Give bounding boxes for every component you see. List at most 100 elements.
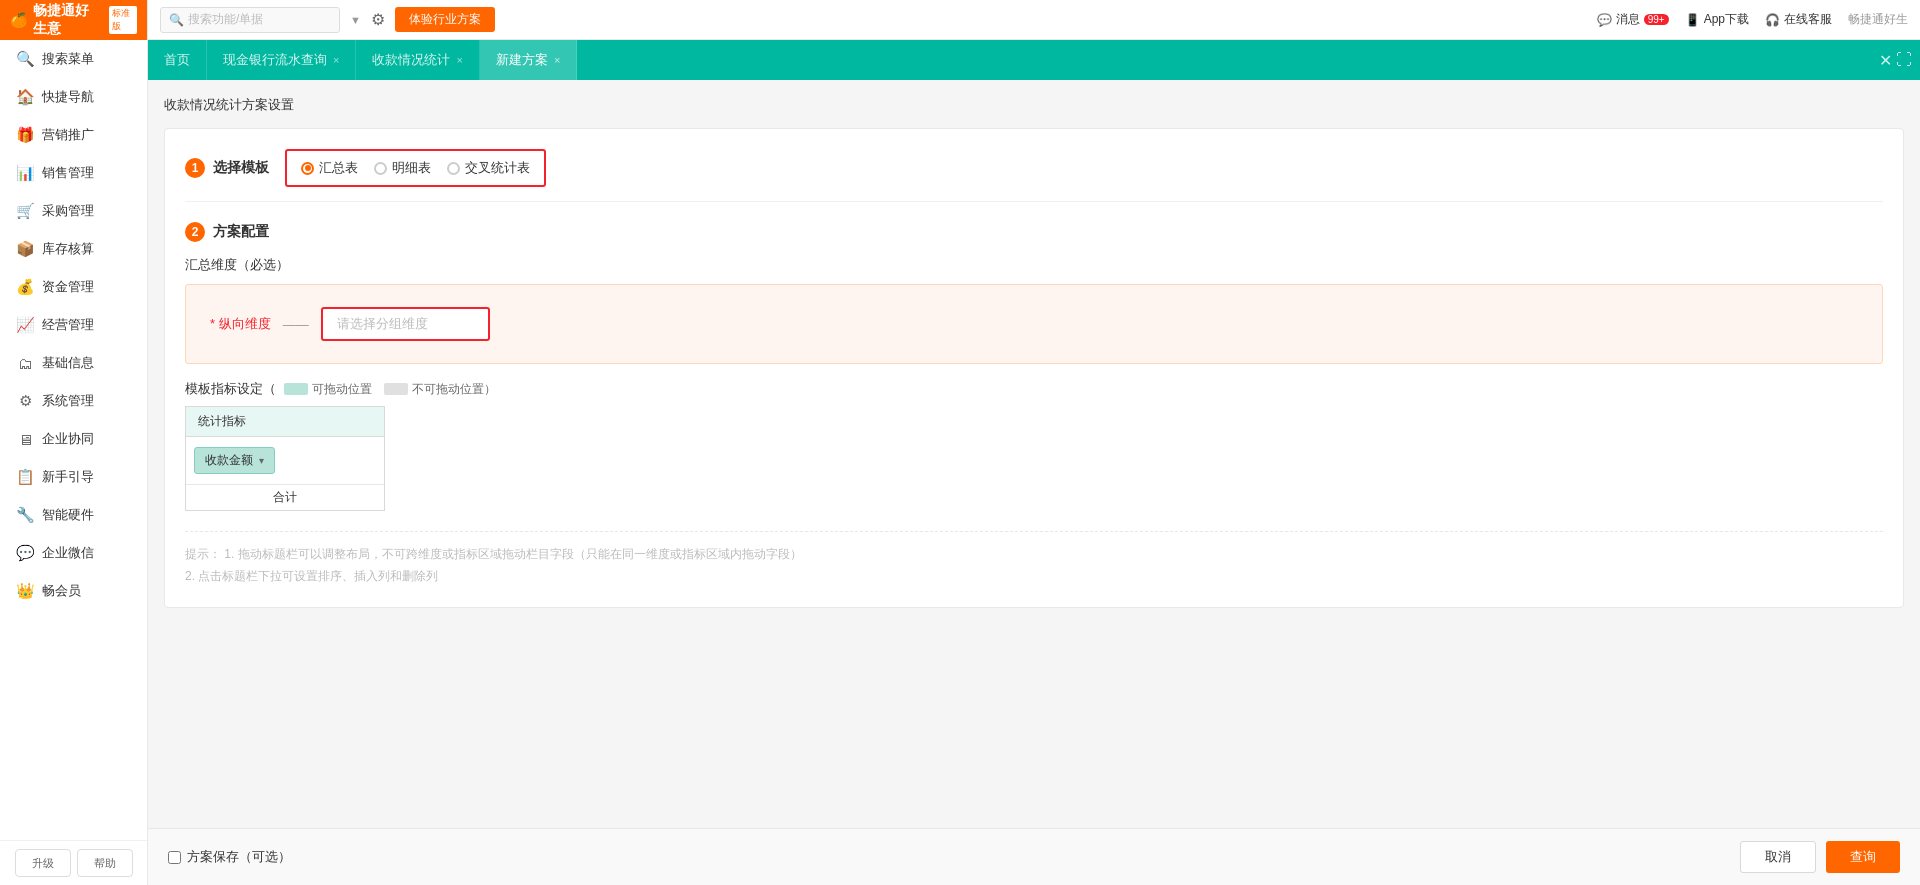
sidebar-item-label: 智能硬件 bbox=[42, 506, 94, 524]
tab-new-plan-close[interactable]: × bbox=[554, 54, 560, 66]
section2-num: 2 bbox=[185, 222, 205, 242]
sidebar-item-purchase[interactable]: 🛒 采购管理 bbox=[0, 192, 147, 230]
radio-cross-circle bbox=[447, 162, 460, 175]
indicator-tag-row: 收款金额 ▾ bbox=[186, 437, 384, 484]
content-area: 收款情况统计方案设置 1 选择模板 汇总表 bbox=[148, 80, 1920, 828]
sidebar-item-label: 库存核算 bbox=[42, 240, 94, 258]
tab-receipt-stat-label: 收款情况统计 bbox=[372, 51, 450, 69]
sidebar-item-search-menu[interactable]: 🔍 搜索菜单 bbox=[0, 40, 147, 78]
home-icon: 🏠 bbox=[16, 88, 34, 106]
save-label: 方案保存（可选） bbox=[187, 848, 291, 866]
sidebar-item-smart-hw[interactable]: 🔧 智能硬件 bbox=[0, 496, 147, 534]
tab-bar: 首页 现金银行流水查询 × 收款情况统计 × 新建方案 × ✕ ⛶ bbox=[148, 40, 1920, 80]
sidebar-item-label: 畅会员 bbox=[42, 582, 81, 600]
sidebar-item-label: 系统管理 bbox=[42, 392, 94, 410]
sidebar-item-operation[interactable]: 📈 经营管理 bbox=[0, 306, 147, 344]
indicator-settings: 模板指标设定（ 可拖动位置 不可拖动位置） bbox=[185, 380, 1883, 511]
dimension-select[interactable]: 请选择分组维度 bbox=[321, 307, 490, 341]
sidebar-item-quick-nav[interactable]: 🏠 快捷导航 bbox=[0, 78, 147, 116]
tab-bank-flow-close[interactable]: × bbox=[333, 54, 339, 66]
sales-icon: 📊 bbox=[16, 164, 34, 182]
vertical-dimension-label: * 纵向维度 bbox=[210, 315, 271, 333]
legend-non-draggable: 不可拖动位置） bbox=[384, 381, 496, 398]
gear-icon[interactable]: ⚙ bbox=[371, 10, 385, 29]
legend-draggable: 可拖动位置 bbox=[284, 381, 372, 398]
radio-group: 汇总表 明细表 交叉统计表 bbox=[301, 159, 530, 177]
finance-icon: 💰 bbox=[16, 278, 34, 296]
guide-icon: 📋 bbox=[16, 468, 34, 486]
sidebar-item-label: 搜索菜单 bbox=[42, 50, 94, 68]
radio-summary[interactable]: 汇总表 bbox=[301, 159, 358, 177]
legend-non-draggable-label: 不可拖动位置） bbox=[412, 381, 496, 398]
message-badge: 99+ bbox=[1644, 14, 1669, 25]
indicator-table-header: 统计指标 bbox=[186, 407, 384, 437]
tab-receipt-stat[interactable]: 收款情况统计 × bbox=[356, 40, 479, 80]
indicator-tag-label: 收款金额 bbox=[205, 452, 253, 469]
footer-save-option: 方案保存（可选） bbox=[168, 848, 291, 866]
dimension-arrow: —— bbox=[283, 317, 309, 332]
message-label: 消息 bbox=[1616, 11, 1640, 28]
tab-new-plan[interactable]: 新建方案 × bbox=[480, 40, 577, 80]
topbar-right: 💬 消息 99+ 📱 App下载 🎧 在线客服 畅捷通好生 bbox=[1597, 11, 1908, 28]
logo-icon: 🍊 bbox=[10, 12, 27, 28]
tab-expand-icon[interactable]: ⛶ bbox=[1896, 51, 1912, 69]
sidebar-item-finance[interactable]: 💰 资金管理 bbox=[0, 268, 147, 306]
tab-home[interactable]: 首页 bbox=[148, 40, 207, 80]
tab-close-all-icon[interactable]: ✕ bbox=[1879, 51, 1892, 70]
purchase-icon: 🛒 bbox=[16, 202, 34, 220]
sidebar-item-inventory[interactable]: 📦 库存核算 bbox=[0, 230, 147, 268]
smart-hw-icon: 🔧 bbox=[16, 506, 34, 524]
sidebar-item-system[interactable]: ⚙ 系统管理 bbox=[0, 382, 147, 420]
footer: 方案保存（可选） 取消 查询 bbox=[148, 828, 1920, 885]
section2: 2 方案配置 汇总维度（必选） * 纵向维度 —— 请选择分组维度 bbox=[185, 222, 1883, 587]
footer-buttons: 取消 查询 bbox=[1740, 841, 1900, 873]
tip2: 2. 点击标题栏下拉可设置排序、插入列和删除列 bbox=[185, 566, 1883, 588]
sidebar-item-label: 资金管理 bbox=[42, 278, 94, 296]
tab-bank-flow[interactable]: 现金银行流水查询 × bbox=[207, 40, 356, 80]
operation-icon: 📈 bbox=[16, 316, 34, 334]
topbar-arrow[interactable]: ▼ bbox=[350, 14, 361, 26]
logo-text: 畅捷通好生意 bbox=[33, 2, 103, 38]
inventory-icon: 📦 bbox=[16, 240, 34, 258]
sidebar-item-label: 快捷导航 bbox=[42, 88, 94, 106]
sidebar-item-guide[interactable]: 📋 新手引导 bbox=[0, 458, 147, 496]
radio-detail[interactable]: 明细表 bbox=[374, 159, 431, 177]
search-menu-icon: 🔍 bbox=[16, 50, 34, 68]
upgrade-button[interactable]: 升级 bbox=[15, 849, 71, 877]
service-button[interactable]: 🎧 在线客服 bbox=[1765, 11, 1832, 28]
tip1: 提示： 1. 拖动标题栏可以调整布局，不可跨维度或指标区域拖动栏目字段（只能在同… bbox=[185, 544, 1883, 566]
search-box[interactable]: 🔍 搜索功能/单据 bbox=[160, 7, 340, 33]
sidebar-item-wechat[interactable]: 💬 企业微信 bbox=[0, 534, 147, 572]
cooperation-icon: 🖥 bbox=[16, 431, 34, 448]
message-button[interactable]: 💬 消息 99+ bbox=[1597, 11, 1669, 28]
section1-num: 1 bbox=[185, 158, 205, 178]
indicator-tag-receipt[interactable]: 收款金额 ▾ bbox=[194, 447, 275, 474]
sidebar-item-marketing[interactable]: 🎁 营销推广 bbox=[0, 116, 147, 154]
trial-button[interactable]: 体验行业方案 bbox=[395, 7, 495, 32]
download-button[interactable]: 📱 App下载 bbox=[1685, 11, 1749, 28]
topbar: 🔍 搜索功能/单据 ▼ ⚙ 体验行业方案 💬 消息 99+ 📱 App下载 🎧 … bbox=[148, 0, 1920, 40]
sidebar-item-sales[interactable]: 📊 销售管理 bbox=[0, 154, 147, 192]
sidebar-item-cooperation[interactable]: 🖥 企业协同 bbox=[0, 420, 147, 458]
download-label: App下载 bbox=[1704, 11, 1749, 28]
main-area: 🔍 搜索功能/单据 ▼ ⚙ 体验行业方案 💬 消息 99+ 📱 App下载 🎧 … bbox=[148, 0, 1920, 885]
message-icon: 💬 bbox=[1597, 13, 1612, 27]
help-button[interactable]: 帮助 bbox=[77, 849, 133, 877]
basic-info-icon: 🗂 bbox=[16, 355, 34, 372]
sidebar-item-basic-info[interactable]: 🗂 基础信息 bbox=[0, 344, 147, 382]
logo-badge: 标准版 bbox=[109, 6, 137, 34]
dimension-area: * 纵向维度 —— 请选择分组维度 bbox=[185, 284, 1883, 364]
search-icon: 🔍 bbox=[169, 13, 184, 27]
query-button[interactable]: 查询 bbox=[1826, 841, 1900, 873]
section1: 1 选择模板 汇总表 明细表 bbox=[185, 149, 1883, 187]
system-icon: ⚙ bbox=[16, 392, 34, 410]
radio-cross[interactable]: 交叉统计表 bbox=[447, 159, 530, 177]
save-checkbox[interactable] bbox=[168, 851, 181, 864]
cancel-button[interactable]: 取消 bbox=[1740, 841, 1816, 873]
sidebar-item-member[interactable]: 👑 畅会员 bbox=[0, 572, 147, 610]
sidebar-logo: 🍊 畅捷通好生意 标准版 bbox=[0, 0, 147, 40]
tab-receipt-stat-close[interactable]: × bbox=[456, 54, 462, 66]
dimension-select-placeholder: 请选择分组维度 bbox=[337, 315, 428, 333]
template-selection-box: 汇总表 明细表 交叉统计表 bbox=[285, 149, 546, 187]
tab-bar-actions: ✕ ⛶ bbox=[1879, 40, 1920, 80]
